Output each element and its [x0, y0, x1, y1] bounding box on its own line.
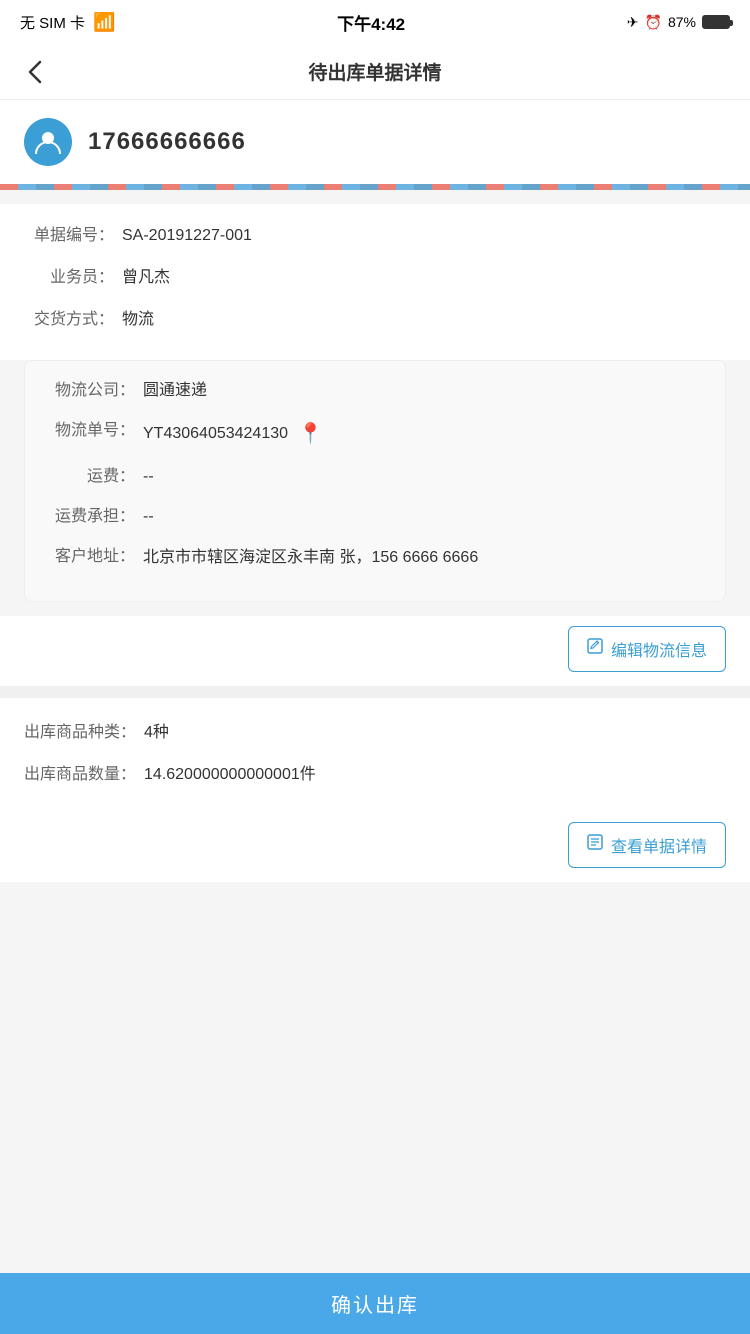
order-number-value: SA-20191227-001 — [122, 224, 726, 248]
address-label: 客户地址： — [45, 545, 135, 569]
status-time: 下午4:42 — [337, 10, 405, 35]
freight-value: -- — [143, 465, 705, 489]
logistics-company-value: 圆通速递 — [143, 379, 705, 403]
back-button[interactable] — [20, 52, 50, 92]
tracking-value-container: YT43064053424130 📍 — [143, 419, 705, 449]
goods-section: 出库商品种类： 4种 出库商品数量： 14.620000000000001件 — [0, 698, 750, 812]
battery-icon — [702, 15, 730, 29]
alarm-icon: ⏰ — [645, 14, 662, 31]
goods-quantity-label: 出库商品数量： — [24, 760, 136, 784]
goods-quantity-value: 14.620000000000001件 — [144, 760, 316, 784]
address-row: 客户地址： 北京市市辖区海淀区永丰南 张，156 6666 6666 — [45, 545, 705, 571]
tracking-location-icon[interactable]: 📍 — [298, 419, 323, 449]
status-bar: 无 SIM 卡 📶 下午4:42 ✈ ⏰ 87% — [0, 0, 750, 44]
confirm-outbound-button[interactable]: 确认出库 — [331, 1289, 419, 1318]
customer-phone: 17666666666 — [88, 128, 246, 156]
status-right: ✈ ⏰ 87% — [627, 14, 730, 31]
sales-rep-label: 业务员： — [24, 266, 114, 290]
carrier-text: 无 SIM 卡 — [20, 12, 85, 33]
status-left: 无 SIM 卡 📶 — [20, 12, 115, 33]
wifi-icon: 📶 — [93, 12, 115, 33]
nav-bar: 待出库单据详情 — [0, 44, 750, 100]
edit-btn-row: 编辑物流信息 — [0, 616, 750, 686]
empty-space — [0, 882, 750, 1082]
freight-label: 运费： — [45, 465, 135, 489]
sales-rep-value: 曾凡杰 — [122, 266, 726, 290]
tracking-number-text: YT43064053424130 — [143, 422, 288, 446]
order-info-section: 单据编号： SA-20191227-001 业务员： 曾凡杰 交货方式： 物流 — [0, 204, 750, 360]
dashed-divider — [0, 184, 750, 190]
address-value: 北京市市辖区海淀区永丰南 张，156 6666 6666 — [143, 545, 705, 571]
freight-bearer-row: 运费承担： -- — [45, 505, 705, 529]
goods-type-label: 出库商品种类： — [24, 718, 136, 742]
section-divider — [0, 686, 750, 698]
edit-logistics-label: 编辑物流信息 — [611, 637, 707, 661]
freight-row: 运费： -- — [45, 465, 705, 489]
delivery-method-row: 交货方式： 物流 — [24, 308, 726, 332]
edit-logistics-button[interactable]: 编辑物流信息 — [568, 626, 726, 672]
view-details-button[interactable]: 查看单据详情 — [568, 822, 726, 868]
page-title: 待出库单据详情 — [308, 58, 441, 85]
logistics-company-row: 物流公司： 圆通速递 — [45, 379, 705, 403]
order-number-row: 单据编号： SA-20191227-001 — [24, 224, 726, 248]
goods-type-row: 出库商品种类： 4种 — [24, 718, 726, 742]
avatar — [24, 118, 72, 166]
view-icon — [587, 834, 603, 855]
goods-quantity-row: 出库商品数量： 14.620000000000001件 — [24, 760, 726, 784]
sales-rep-row: 业务员： 曾凡杰 — [24, 266, 726, 290]
delivery-method-value: 物流 — [122, 308, 726, 332]
battery-text: 87% — [668, 14, 696, 30]
goods-type-value: 4种 — [144, 718, 169, 742]
location-status-icon: ✈ — [627, 14, 639, 31]
confirm-btn-container: 确认出库 — [0, 1273, 750, 1334]
freight-bearer-value: -- — [143, 505, 705, 529]
logistics-company-label: 物流公司： — [45, 379, 135, 403]
delivery-method-label: 交货方式： — [24, 308, 114, 332]
view-details-label: 查看单据详情 — [611, 833, 707, 857]
edit-icon — [587, 638, 603, 659]
customer-header: 17666666666 — [0, 100, 750, 184]
tracking-number-row: 物流单号： YT43064053424130 📍 — [45, 419, 705, 449]
freight-bearer-label: 运费承担： — [45, 505, 135, 529]
order-number-label: 单据编号： — [24, 224, 114, 248]
tracking-label: 物流单号： — [45, 419, 135, 443]
logistics-card: 物流公司： 圆通速递 物流单号： YT43064053424130 📍 运费： … — [24, 360, 726, 602]
view-btn-row: 查看单据详情 — [0, 812, 750, 882]
